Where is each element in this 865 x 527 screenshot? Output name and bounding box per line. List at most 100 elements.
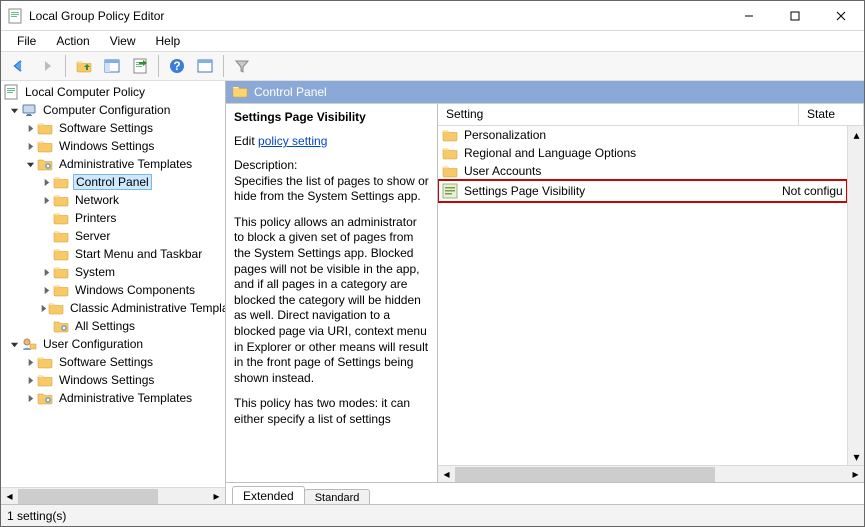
setting-title: Settings Page Visibility (234, 110, 429, 124)
row-label: Regional and Language Options (462, 146, 782, 160)
properties-button[interactable] (193, 54, 217, 78)
scrollbar-thumb[interactable] (18, 489, 158, 504)
collapse-icon[interactable] (7, 106, 21, 115)
forward-button[interactable] (35, 54, 59, 78)
tree-server[interactable]: Server (1, 227, 225, 245)
folder-icon (442, 146, 458, 160)
tree-windows-components[interactable]: Windows Components (1, 281, 225, 299)
right-pane: Control Panel Settings Page Visibility E… (226, 81, 864, 504)
tree-start-menu[interactable]: Start Menu and Taskbar (1, 245, 225, 263)
row-regional[interactable]: Regional and Language Options (438, 144, 847, 162)
folder-icon (53, 229, 69, 243)
label: Computer Configuration (41, 103, 172, 117)
tree-network[interactable]: Network (1, 191, 225, 209)
status-text: 1 setting(s) (7, 509, 66, 523)
tree[interactable]: Local Computer Policy Computer Configura… (1, 81, 225, 487)
column-state[interactable]: State (799, 104, 864, 125)
expand-icon[interactable] (23, 376, 37, 385)
tree-cc-software-settings[interactable]: Software Settings (1, 119, 225, 137)
collapse-icon[interactable] (7, 340, 21, 349)
tree-uc-software-settings[interactable]: Software Settings (1, 353, 225, 371)
scroll-left-icon[interactable]: ◂ (1, 488, 18, 505)
folder-icon (53, 247, 69, 261)
tree-horizontal-scrollbar[interactable]: ◂ ▸ (1, 487, 225, 504)
tree-printers[interactable]: Printers (1, 209, 225, 227)
minimize-button[interactable] (726, 1, 772, 31)
expand-icon[interactable] (39, 178, 53, 187)
edit-prefix: Edit (234, 134, 258, 148)
close-button[interactable] (818, 1, 864, 31)
menu-help[interactable]: Help (148, 32, 189, 50)
filter-button[interactable] (230, 54, 254, 78)
label: Control Panel (73, 174, 152, 190)
tab-standard[interactable]: Standard (304, 489, 371, 504)
expand-icon[interactable] (39, 286, 53, 295)
edit-policy-link[interactable]: policy setting (258, 134, 327, 148)
scroll-down-icon[interactable]: ▾ (848, 448, 864, 465)
label: Printers (73, 211, 118, 225)
expand-icon[interactable] (23, 394, 37, 403)
row-settings-page-visibility[interactable]: Settings Page Visibility Not configu (438, 180, 847, 202)
folder-icon (37, 121, 53, 135)
up-button[interactable] (72, 54, 96, 78)
tree-uc-admin-templates[interactable]: Administrative Templates (1, 389, 225, 407)
label: Network (73, 193, 121, 207)
folder-icon (37, 355, 53, 369)
scroll-up-icon[interactable]: ▴ (848, 126, 864, 143)
tree-system[interactable]: System (1, 263, 225, 281)
scroll-right-icon[interactable]: ▸ (847, 466, 864, 483)
expand-icon[interactable] (39, 268, 53, 277)
scrollbar-thumb[interactable] (455, 467, 715, 482)
folder-icon (53, 265, 69, 279)
menu-action[interactable]: Action (48, 32, 97, 50)
expand-icon[interactable] (23, 124, 37, 133)
separator (65, 55, 66, 77)
row-personalization[interactable]: Personalization (438, 126, 847, 144)
scroll-right-icon[interactable]: ▸ (208, 488, 225, 505)
list-horizontal-scrollbar[interactable]: ◂ ▸ (438, 465, 864, 482)
column-setting[interactable]: Setting (438, 104, 799, 125)
tree-classic-admin[interactable]: Classic Administrative Templates (1, 299, 225, 317)
label: Administrative Templates (57, 391, 194, 405)
tree-root[interactable]: Local Computer Policy (1, 83, 225, 101)
collapse-icon[interactable] (23, 160, 37, 169)
header-path: Control Panel (254, 85, 327, 99)
row-state: Not configu (782, 184, 847, 198)
expand-icon[interactable] (39, 304, 48, 313)
expand-icon[interactable] (23, 142, 37, 151)
description-pane: Settings Page Visibility Edit policy set… (226, 104, 438, 482)
label: Windows Settings (57, 373, 156, 387)
list-vertical-scrollbar[interactable]: ▴ ▾ (847, 126, 864, 465)
maximize-button[interactable] (772, 1, 818, 31)
expand-icon[interactable] (39, 196, 53, 205)
show-hide-tree-button[interactable] (100, 54, 124, 78)
description-p2: This policy allows an administrator to b… (234, 215, 429, 387)
label: Server (73, 229, 112, 243)
tree-user-configuration[interactable]: User Configuration (1, 335, 225, 353)
tree-cc-admin-templates[interactable]: Administrative Templates (1, 155, 225, 173)
tree-uc-windows-settings[interactable]: Windows Settings (1, 371, 225, 389)
row-user-accounts[interactable]: User Accounts (438, 162, 847, 180)
tree-cc-windows-settings[interactable]: Windows Settings (1, 137, 225, 155)
export-button[interactable] (128, 54, 152, 78)
menu-view[interactable]: View (102, 32, 144, 50)
tree-all-settings[interactable]: All Settings (1, 317, 225, 335)
back-button[interactable] (7, 54, 31, 78)
toolbar: ? (1, 51, 864, 81)
label: Windows Settings (57, 139, 156, 153)
label: Windows Components (73, 283, 197, 297)
label: Software Settings (57, 355, 155, 369)
scroll-left-icon[interactable]: ◂ (438, 466, 455, 483)
tree-computer-configuration[interactable]: Computer Configuration (1, 101, 225, 119)
expand-icon[interactable] (23, 358, 37, 367)
description-label: Description: (234, 158, 297, 172)
description-p3: This policy has two modes: it can either… (234, 396, 429, 427)
menu-file[interactable]: File (9, 32, 44, 50)
help-button[interactable]: ? (165, 54, 189, 78)
setting-item-icon (442, 183, 458, 199)
tree-control-panel[interactable]: Control Panel (1, 173, 225, 191)
tab-extended[interactable]: Extended (232, 486, 305, 504)
window-title: Local Group Policy Editor (29, 9, 726, 23)
tree-pane: Local Computer Policy Computer Configura… (1, 81, 226, 504)
folder-icon (37, 139, 53, 153)
